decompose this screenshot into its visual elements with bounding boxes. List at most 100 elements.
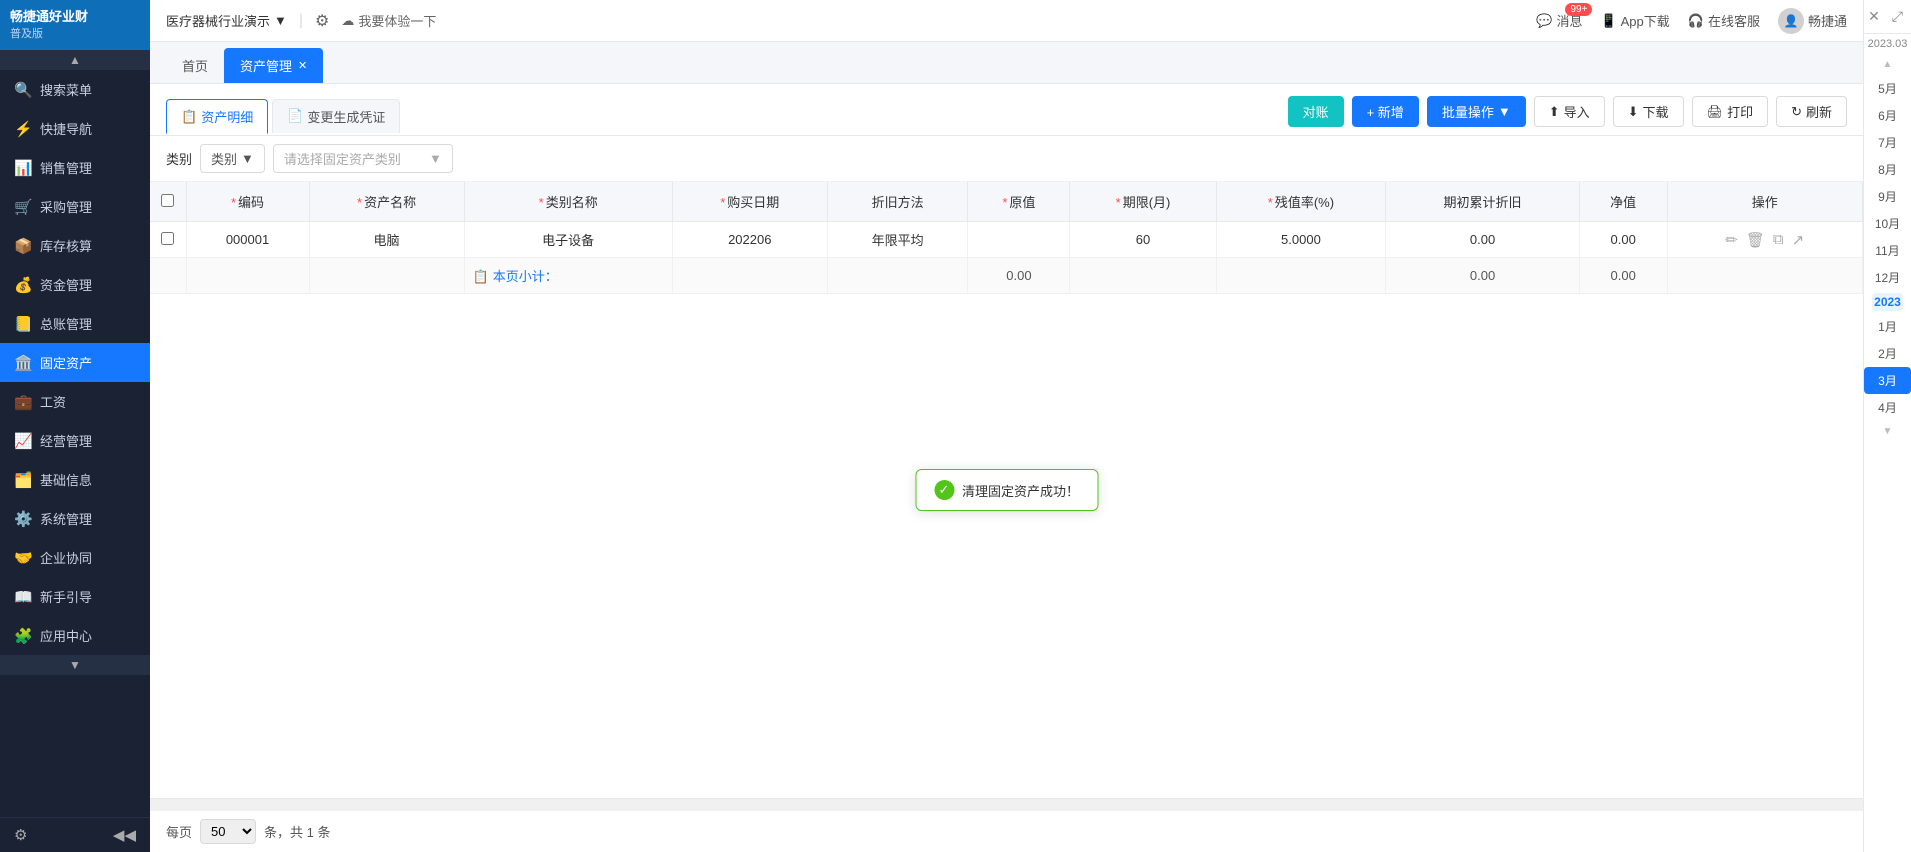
month-item[interactable]: 11月 <box>1864 237 1911 264</box>
subtotal-label: 本页小计： <box>493 269 558 284</box>
col-initial-depreciation: 期初累计折旧 <box>1386 182 1580 222</box>
sidebar-item-快捷导航[interactable]: ⚡快捷导航 <box>0 109 150 148</box>
month-item[interactable]: 8月 <box>1864 156 1911 183</box>
download-button[interactable]: ⬇ 下载 <box>1613 96 1684 127</box>
delete-icon[interactable]: 🗑 <box>1746 231 1765 249</box>
row-checkbox[interactable] <box>161 232 174 245</box>
copy-icon[interactable]: ⧉ <box>1773 231 1784 248</box>
cell-residual-rate: 5.0000 <box>1216 222 1386 258</box>
category-placeholder: 请选择固定资产类别 <box>284 149 401 168</box>
sidebar-item-搜索菜单[interactable]: 🔍 搜索菜单 <box>0 70 150 109</box>
message-btn[interactable]: 💬 消息 99+ <box>1536 11 1582 30</box>
sidebar-item-基础信息[interactable]: 🗂️ 基础信息 <box>0 460 150 499</box>
month-item[interactable]: 6月 <box>1864 102 1911 129</box>
col-period: *期限(月) <box>1070 182 1216 222</box>
avatar: 👤 <box>1778 8 1804 34</box>
sidebar-item-总账管理[interactable]: 📒总账管理 <box>0 304 150 343</box>
sidebar-icon: 🔍 <box>14 81 32 99</box>
success-message: 清理固定资产成功！ <box>962 481 1079 500</box>
new-button[interactable]: + 新增 <box>1352 96 1419 127</box>
horizontal-scrollbar[interactable] <box>150 798 1863 810</box>
app-download-icon: 📱 <box>1600 13 1616 29</box>
topbar-sep: | <box>299 12 303 30</box>
main-area: 医疗器械行业演示 ▼ | ⚙ ☁ 我要体验一下 💬 消息 99+ 📱 App下载… <box>150 0 1863 852</box>
select-all-checkbox[interactable] <box>161 194 174 207</box>
month-item[interactable]: 9月 <box>1864 183 1911 210</box>
subtotal-row: 📋本页小计： 0.00 0.00 0.00 <box>150 258 1863 294</box>
month-item[interactable]: 2月 <box>1864 340 1911 367</box>
sidebar-item-系统管理[interactable]: ⚙️系统管理 <box>0 499 150 538</box>
sidebar-item-采购管理[interactable]: 🛒采购管理 <box>0 187 150 226</box>
cloud-icon: ☁ <box>341 13 354 29</box>
sidebar-item-工资[interactable]: 💼工资 <box>0 382 150 421</box>
sidebar-item-固定资产[interactable]: 🏛️固定资产 <box>0 343 150 382</box>
refresh-button[interactable]: ↻ 刷新 <box>1776 96 1847 127</box>
month-item[interactable]: 4月 <box>1864 394 1911 421</box>
sidebar-icon: 📒 <box>14 315 32 333</box>
sidebar-label: 基础信息 <box>40 470 92 489</box>
user-btn[interactable]: 👤 畅捷通 <box>1778 8 1847 34</box>
col-original-value: *原值 <box>968 182 1070 222</box>
col-purchase-date: *购买日期 <box>672 182 827 222</box>
per-page-select[interactable]: 50 10 20 100 <box>200 819 256 844</box>
sidebar-item-企业协同[interactable]: 🤝企业协同 <box>0 538 150 577</box>
sidebar-icon: 🏛️ <box>14 354 32 372</box>
col-category: *类别名称 <box>464 182 672 222</box>
month-item[interactable]: 10月 <box>1864 210 1911 237</box>
inner-tab-asset-detail-label: 资产明细 <box>201 107 253 126</box>
inner-tab-change-voucher[interactable]: 📄 变更生成凭证 <box>272 99 400 133</box>
collapse-icon[interactable]: ◀◀ <box>113 826 136 844</box>
more-icon[interactable]: ↗ <box>1792 231 1805 249</box>
sidebar-label: 搜索菜单 <box>40 80 92 99</box>
settings-icon[interactable]: ⚙ <box>14 826 27 844</box>
month-item[interactable]: 5月 <box>1864 75 1911 102</box>
experience-btn[interactable]: ☁ 我要体验一下 <box>341 11 436 30</box>
month-item[interactable]: 1月 <box>1864 313 1911 340</box>
sidebar-icon: ⚡ <box>14 120 32 138</box>
settings-gear-icon[interactable]: ⚙ <box>315 11 329 31</box>
panel-year-label: 2023.03 <box>1866 34 1910 54</box>
inner-tabs: 📋 资产明细 📄 变更生成凭证 对账 + 新增 批量操作 ▼ ⬆ <box>150 84 1863 136</box>
month-scroll-up[interactable]: ▲ <box>1864 54 1911 75</box>
print-button[interactable]: 🖨 打印 <box>1692 96 1769 127</box>
sidebar-icon: 🗂️ <box>14 471 32 489</box>
edit-icon[interactable]: ✏ <box>1725 231 1738 249</box>
right-panel-header: ✕ ⤢ <box>1864 0 1911 34</box>
total-count: 条，共 1 条 <box>264 822 330 841</box>
sidebar-item-应用中心[interactable]: 🧩应用中心 <box>0 616 150 655</box>
inner-tab-asset-detail[interactable]: 📋 资产明细 <box>166 99 268 134</box>
sidebar-item-销售管理[interactable]: 📊销售管理 <box>0 148 150 187</box>
sidebar-item-经营管理[interactable]: 📈经营管理 <box>0 421 150 460</box>
month-item[interactable]: 7月 <box>1864 129 1911 156</box>
category-type-select[interactable]: 类别 ▼ <box>200 144 265 173</box>
batch-ops-button[interactable]: 批量操作 ▼ <box>1427 96 1526 127</box>
tab-asset-management[interactable]: 资产管理 ✕ <box>224 48 323 83</box>
month-scroll-down[interactable]: ▼ <box>1864 421 1911 442</box>
sidebar-item-库存核算[interactable]: 📦库存核算 <box>0 226 150 265</box>
sidebar-scroll-down[interactable]: ▼ <box>0 655 150 675</box>
tab-home[interactable]: 首页 <box>166 48 224 83</box>
cell-operations[interactable]: ✏ 🗑 ⧉ ↗ <box>1667 222 1863 258</box>
online-service-btn[interactable]: 🎧 在线客服 <box>1688 11 1760 30</box>
reconcile-button[interactable]: 对账 <box>1288 96 1344 127</box>
cell-period: 60 <box>1070 222 1216 258</box>
tab-close-icon[interactable]: ✕ <box>298 59 307 72</box>
cell-net-value: 0.00 <box>1579 222 1667 258</box>
company-selector[interactable]: 医疗器械行业演示 ▼ <box>166 11 287 30</box>
sidebar-item-资金管理[interactable]: 💰资金管理 <box>0 265 150 304</box>
panel-close-icon[interactable]: ✕ <box>1864 6 1884 27</box>
sidebar-scroll-up[interactable]: ▲ <box>0 50 150 70</box>
app-download-btn[interactable]: 📱 App下载 <box>1600 11 1669 30</box>
select-all-header[interactable] <box>150 182 186 222</box>
sidebar-item-新手引导[interactable]: 📖新手引导 <box>0 577 150 616</box>
filter-bar: 类别 类别 ▼ 请选择固定资产类别 ▼ <box>150 136 1863 182</box>
month-item[interactable]: 3月 <box>1864 367 1911 394</box>
message-badge: 99+ <box>1565 3 1592 16</box>
month-item[interactable]: 12月 <box>1864 264 1911 291</box>
panel-expand-icon[interactable]: ⤢ <box>1888 6 1907 27</box>
import-button[interactable]: ⬆ 导入 <box>1534 96 1605 127</box>
row-checkbox-cell[interactable] <box>150 222 186 258</box>
sidebar-icon: 📖 <box>14 588 32 606</box>
category-value-select[interactable]: 请选择固定资产类别 ▼ <box>273 144 453 173</box>
success-check-icon: ✓ <box>934 480 954 500</box>
